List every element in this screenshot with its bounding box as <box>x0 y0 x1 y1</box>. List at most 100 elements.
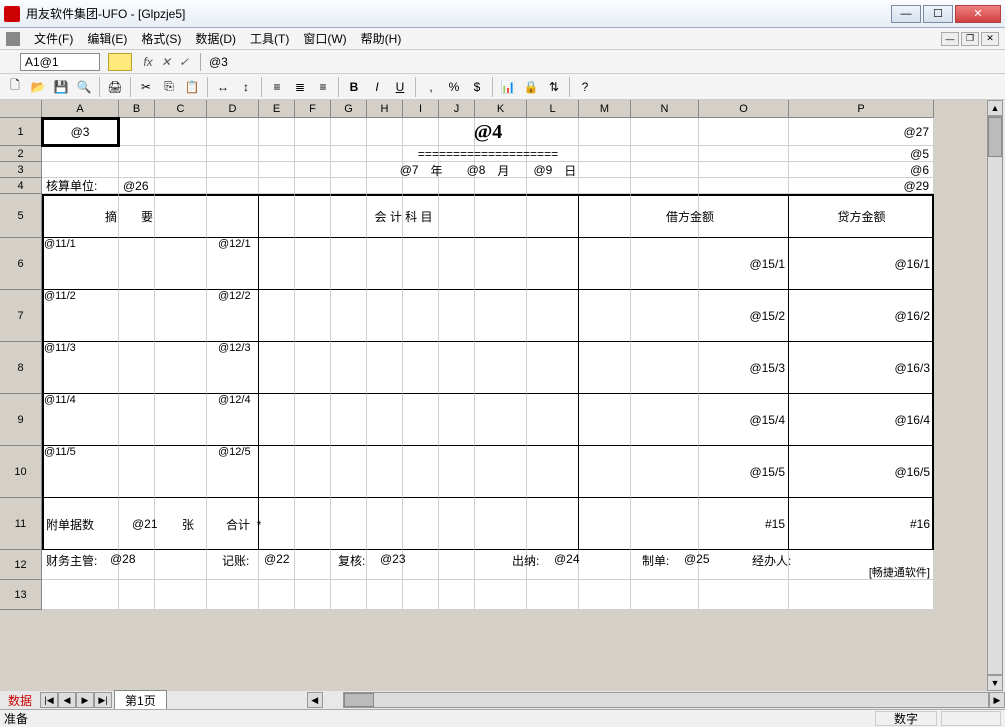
print-icon[interactable]: 🖨 <box>104 76 126 98</box>
cell-C13[interactable] <box>155 580 207 610</box>
cell-B5[interactable] <box>119 194 155 238</box>
cell-M3[interactable] <box>579 162 631 178</box>
cell-N6[interactable] <box>631 238 699 290</box>
help-icon[interactable]: ? <box>574 76 596 98</box>
cell-A13[interactable] <box>42 580 119 610</box>
cell-K1[interactable] <box>475 118 527 146</box>
cell-G1[interactable] <box>331 118 367 146</box>
cell-N11[interactable] <box>631 498 699 550</box>
cell-A5[interactable] <box>42 194 119 238</box>
cell-K9[interactable] <box>475 394 527 446</box>
cell-P10[interactable] <box>789 446 934 498</box>
cell-M7[interactable] <box>579 290 631 342</box>
menu-tool[interactable]: 工具(T) <box>244 28 295 49</box>
col-header-D[interactable]: D <box>207 100 259 118</box>
cell-O6[interactable] <box>699 238 789 290</box>
cell-N2[interactable] <box>631 146 699 162</box>
cell-D12[interactable] <box>207 550 259 580</box>
cell-D8[interactable] <box>207 342 259 394</box>
cell-G3[interactable] <box>331 162 367 178</box>
cell-D3[interactable] <box>207 162 259 178</box>
cell-F11[interactable] <box>295 498 331 550</box>
cell-B6[interactable] <box>119 238 155 290</box>
cell-B3[interactable] <box>119 162 155 178</box>
cell-H6[interactable] <box>367 238 403 290</box>
cell-G8[interactable] <box>331 342 367 394</box>
cell-L5[interactable] <box>527 194 579 238</box>
cell-M11[interactable] <box>579 498 631 550</box>
row-header-12[interactable]: 12 <box>0 550 42 580</box>
cell-O11[interactable] <box>699 498 789 550</box>
scroll-left-icon[interactable]: ◀ <box>307 692 323 708</box>
cell-G6[interactable] <box>331 238 367 290</box>
cell-D7[interactable] <box>207 290 259 342</box>
cell-M1[interactable] <box>579 118 631 146</box>
cell-E6[interactable] <box>259 238 295 290</box>
cell-D6[interactable] <box>207 238 259 290</box>
cell-P6[interactable] <box>789 238 934 290</box>
cell-J6[interactable] <box>439 238 475 290</box>
cell-I6[interactable] <box>403 238 439 290</box>
cell-M5[interactable] <box>579 194 631 238</box>
row-header-9[interactable]: 9 <box>0 394 42 446</box>
cell-L2[interactable] <box>527 146 579 162</box>
cell-P1[interactable]: @27 <box>789 118 934 146</box>
menu-file[interactable]: 文件(F) <box>28 28 79 49</box>
row-header-4[interactable]: 4 <box>0 178 42 194</box>
cell-F5[interactable] <box>295 194 331 238</box>
cell-C3[interactable] <box>155 162 207 178</box>
cell-D5[interactable] <box>207 194 259 238</box>
cell-I8[interactable] <box>403 342 439 394</box>
cell-E7[interactable] <box>259 290 295 342</box>
menu-help[interactable]: 帮助(H) <box>355 28 408 49</box>
tab-prev-icon[interactable]: ◀ <box>58 692 76 708</box>
cell-K2[interactable] <box>475 146 527 162</box>
new-icon[interactable]: 🗋 <box>4 76 26 98</box>
cell-A8[interactable] <box>42 342 119 394</box>
cell-M8[interactable] <box>579 342 631 394</box>
cell-B9[interactable] <box>119 394 155 446</box>
cell-G13[interactable] <box>331 580 367 610</box>
col-header-I[interactable]: I <box>403 100 439 118</box>
close-button[interactable] <box>955 5 1001 23</box>
cell-H5[interactable] <box>367 194 403 238</box>
cell-C7[interactable] <box>155 290 207 342</box>
cell-D9[interactable] <box>207 394 259 446</box>
paste-icon[interactable]: 📋 <box>181 76 203 98</box>
cell-K5[interactable] <box>475 194 527 238</box>
cell-J11[interactable] <box>439 498 475 550</box>
vertical-scrollbar[interactable]: ▲ ▼ <box>987 100 1005 691</box>
col-header-K[interactable]: K <box>475 100 527 118</box>
cell-P9[interactable] <box>789 394 934 446</box>
cell-A10[interactable] <box>42 446 119 498</box>
cell-A9[interactable] <box>42 394 119 446</box>
cell-D10[interactable] <box>207 446 259 498</box>
bold-icon[interactable]: B <box>343 76 365 98</box>
cell-B1[interactable] <box>119 118 155 146</box>
cell-P5[interactable] <box>789 194 934 238</box>
cell-B12[interactable] <box>119 550 155 580</box>
cell-L8[interactable] <box>527 342 579 394</box>
cell-K7[interactable] <box>475 290 527 342</box>
scroll-thumb[interactable] <box>988 117 1002 157</box>
cell-H7[interactable] <box>367 290 403 342</box>
cell-P13[interactable] <box>789 580 934 610</box>
cell-N3[interactable] <box>631 162 699 178</box>
col-header-A[interactable]: A <box>42 100 119 118</box>
cell-I1[interactable] <box>403 118 439 146</box>
cell-P8[interactable] <box>789 342 934 394</box>
cell-D13[interactable] <box>207 580 259 610</box>
cell-A4[interactable]: 核算单位: <box>42 178 119 194</box>
copy-icon[interactable]: ⎘ <box>158 76 180 98</box>
cell-P11[interactable] <box>789 498 934 550</box>
cell-I7[interactable] <box>403 290 439 342</box>
cell-M4[interactable] <box>579 178 631 194</box>
cell-C4[interactable] <box>155 178 207 194</box>
cell-N4[interactable] <box>631 178 699 194</box>
confirm-icon[interactable]: ✓ <box>176 54 192 70</box>
cell-H2[interactable] <box>367 146 403 162</box>
cell-B11[interactable] <box>119 498 155 550</box>
cell-J4[interactable] <box>439 178 475 194</box>
sheet-tab-page1[interactable]: 第1页 <box>114 690 167 710</box>
cell-K8[interactable] <box>475 342 527 394</box>
